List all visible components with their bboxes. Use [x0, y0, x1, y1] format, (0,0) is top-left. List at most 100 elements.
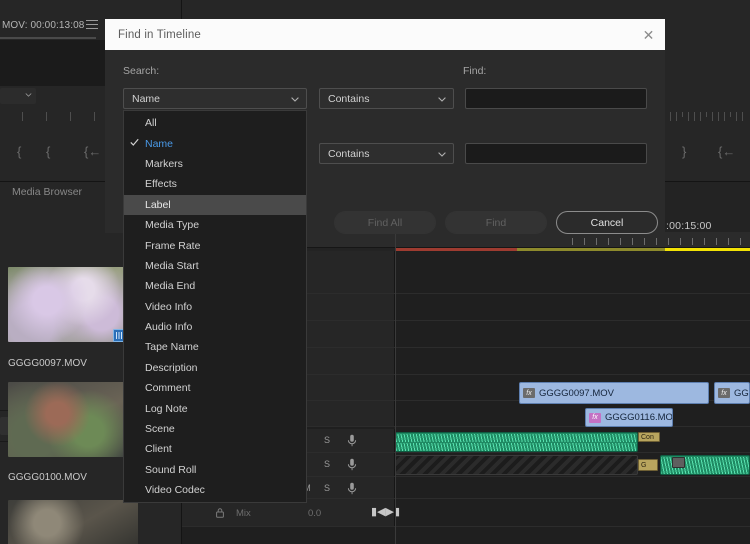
search-column-select[interactable]: Name: [123, 88, 307, 109]
operator-value-1: Contains: [328, 92, 370, 105]
cancel-label: Cancel: [590, 216, 624, 229]
dropdown-item[interactable]: Description: [124, 358, 306, 378]
check-icon: [130, 139, 139, 147]
dropdown-item-label: Video Codec: [145, 484, 205, 497]
dropdown-item[interactable]: Media Type: [124, 215, 306, 235]
operator-select-1[interactable]: Contains: [319, 88, 454, 109]
find-label: Find:: [463, 65, 487, 77]
search-label: Search:: [123, 65, 160, 77]
dropdown-item-label: Media Start: [145, 259, 199, 272]
premiere-pro-window: MOV: 00:00:13:08 {{{← GGGG0097.MOV GGG…: [0, 0, 750, 544]
find-button[interactable]: Find: [445, 211, 547, 234]
dropdown-item[interactable]: Audio Info: [124, 317, 306, 337]
dropdown-item-label: All: [145, 117, 157, 130]
source-fit-dropdown[interactable]: [0, 88, 36, 104]
cancel-button[interactable]: Cancel: [556, 211, 658, 234]
chevron-down-icon: [291, 97, 299, 102]
dialog-titlebar: Find in Timeline ✕: [105, 19, 665, 50]
dropdown-item-label: Effects: [145, 178, 177, 191]
clip-label: GGG: [734, 387, 749, 399]
dropdown-item[interactable]: Client: [124, 439, 306, 459]
program-ruler[interactable]: [660, 112, 750, 128]
dropdown-item-label: Description: [145, 361, 198, 374]
dropdown-item[interactable]: Log Note: [124, 398, 306, 418]
clip-badge: Con: [638, 432, 660, 442]
fx-badge-icon: fx: [718, 388, 730, 398]
timeline-audio-clip[interactable]: [395, 432, 638, 452]
find-all-button[interactable]: Find All: [334, 211, 436, 234]
dropdown-item[interactable]: Video Info: [124, 297, 306, 317]
ruler-ticks: [572, 238, 750, 247]
timeline-clip-hatched[interactable]: [395, 455, 638, 475]
dropdown-item[interactable]: Label: [124, 194, 306, 215]
dropdown-item-label: Video Info: [145, 300, 193, 313]
dialog-title: Find in Timeline: [118, 28, 201, 41]
find-all-label: Find All: [367, 216, 403, 229]
close-icon[interactable]: ✕: [640, 26, 657, 43]
goto-in-icon[interactable]: {←: [84, 145, 101, 158]
microphone-icon[interactable]: [347, 434, 357, 447]
clip-label: GGGG0097.MOV: [539, 387, 614, 399]
out-point-icon[interactable]: {: [46, 145, 50, 158]
microphone-icon[interactable]: [347, 458, 357, 471]
find-text-field-2: [466, 144, 646, 164]
fx-badge-icon: fx: [589, 412, 601, 423]
dropdown-item[interactable]: Sound Roll: [124, 460, 306, 480]
find-input-2[interactable]: [465, 143, 647, 164]
dropdown-item-label: Name: [145, 137, 174, 150]
dropdown-item[interactable]: Scene: [124, 419, 306, 439]
hamburger-menu-icon[interactable]: [86, 20, 98, 29]
dropdown-item-label: Log Note: [145, 402, 188, 415]
solo-button[interactable]: S: [321, 458, 333, 470]
clip-badge: G: [638, 459, 658, 471]
dropdown-item[interactable]: Comment: [124, 378, 306, 398]
search-column-value: Name: [132, 92, 161, 105]
out-point-icon[interactable]: }: [682, 145, 686, 158]
operator-select-2[interactable]: Contains: [319, 143, 454, 164]
solo-button[interactable]: S: [321, 434, 333, 446]
clip-label: GGGG0116.MOV: [605, 412, 672, 423]
dropdown-item-label: Media End: [145, 280, 196, 293]
source-monitor-tab-label: MOV: 00:00:13:08: [2, 19, 85, 31]
dropdown-item-label: Markers: [145, 157, 183, 170]
search-column-dropdown-list[interactable]: All Name Markers Effects Label Media Type Fram…: [123, 110, 307, 504]
lock-icon[interactable]: [216, 508, 224, 518]
dropdown-item[interactable]: Media Start: [124, 256, 306, 276]
media-browser-tab-label: Media Browser: [12, 186, 83, 198]
dropdown-item-label: Media Type: [145, 219, 200, 232]
microphone-icon[interactable]: [347, 482, 357, 495]
dropdown-item[interactable]: Effects: [124, 174, 306, 194]
dropdown-item[interactable]: All: [124, 113, 306, 133]
chevron-down-icon: [25, 93, 32, 97]
chevron-down-icon: [438, 97, 446, 102]
timeline-clip[interactable]: fx GGGG0116.MOV: [585, 408, 673, 427]
level-value[interactable]: 0.0: [308, 508, 321, 519]
dropdown-item-label: Label: [145, 198, 171, 211]
find-input-1[interactable]: [465, 88, 647, 109]
list-item-label: GGGG0100.MOV: [8, 472, 87, 483]
thumbnail-image: [8, 500, 138, 544]
dropdown-item[interactable]: Video Codec: [124, 480, 306, 500]
dropdown-item-label: Client: [145, 443, 172, 456]
chevron-down-icon: [438, 152, 446, 157]
dropdown-item[interactable]: Name: [124, 133, 306, 153]
dropdown-item[interactable]: Tape Name: [124, 337, 306, 357]
dropdown-item[interactable]: Media End: [124, 276, 306, 296]
timeline-divider: [395, 232, 396, 544]
media-browser-tab[interactable]: Media Browser: [12, 186, 82, 198]
find-text-field-1: [466, 89, 646, 109]
tab-underline: [0, 37, 96, 39]
goto-out-icon[interactable]: {←: [718, 145, 735, 158]
clip-thumb-badge: [672, 457, 685, 468]
list-item-label: GGGG0097.MOV: [8, 358, 87, 369]
thumbnail-image: [8, 382, 138, 457]
program-marker-row: } {←: [660, 145, 750, 165]
timeline-timecode: :00:15:00: [666, 220, 712, 232]
solo-button[interactable]: S: [321, 482, 333, 494]
dropdown-item-label: Tape Name: [145, 341, 199, 354]
dropdown-item[interactable]: Markers: [124, 154, 306, 174]
operator-value-2: Contains: [328, 147, 370, 160]
dropdown-item[interactable]: Frame Rate: [124, 235, 306, 255]
in-point-icon[interactable]: {: [17, 145, 21, 158]
mix-label: Mix: [236, 508, 251, 519]
